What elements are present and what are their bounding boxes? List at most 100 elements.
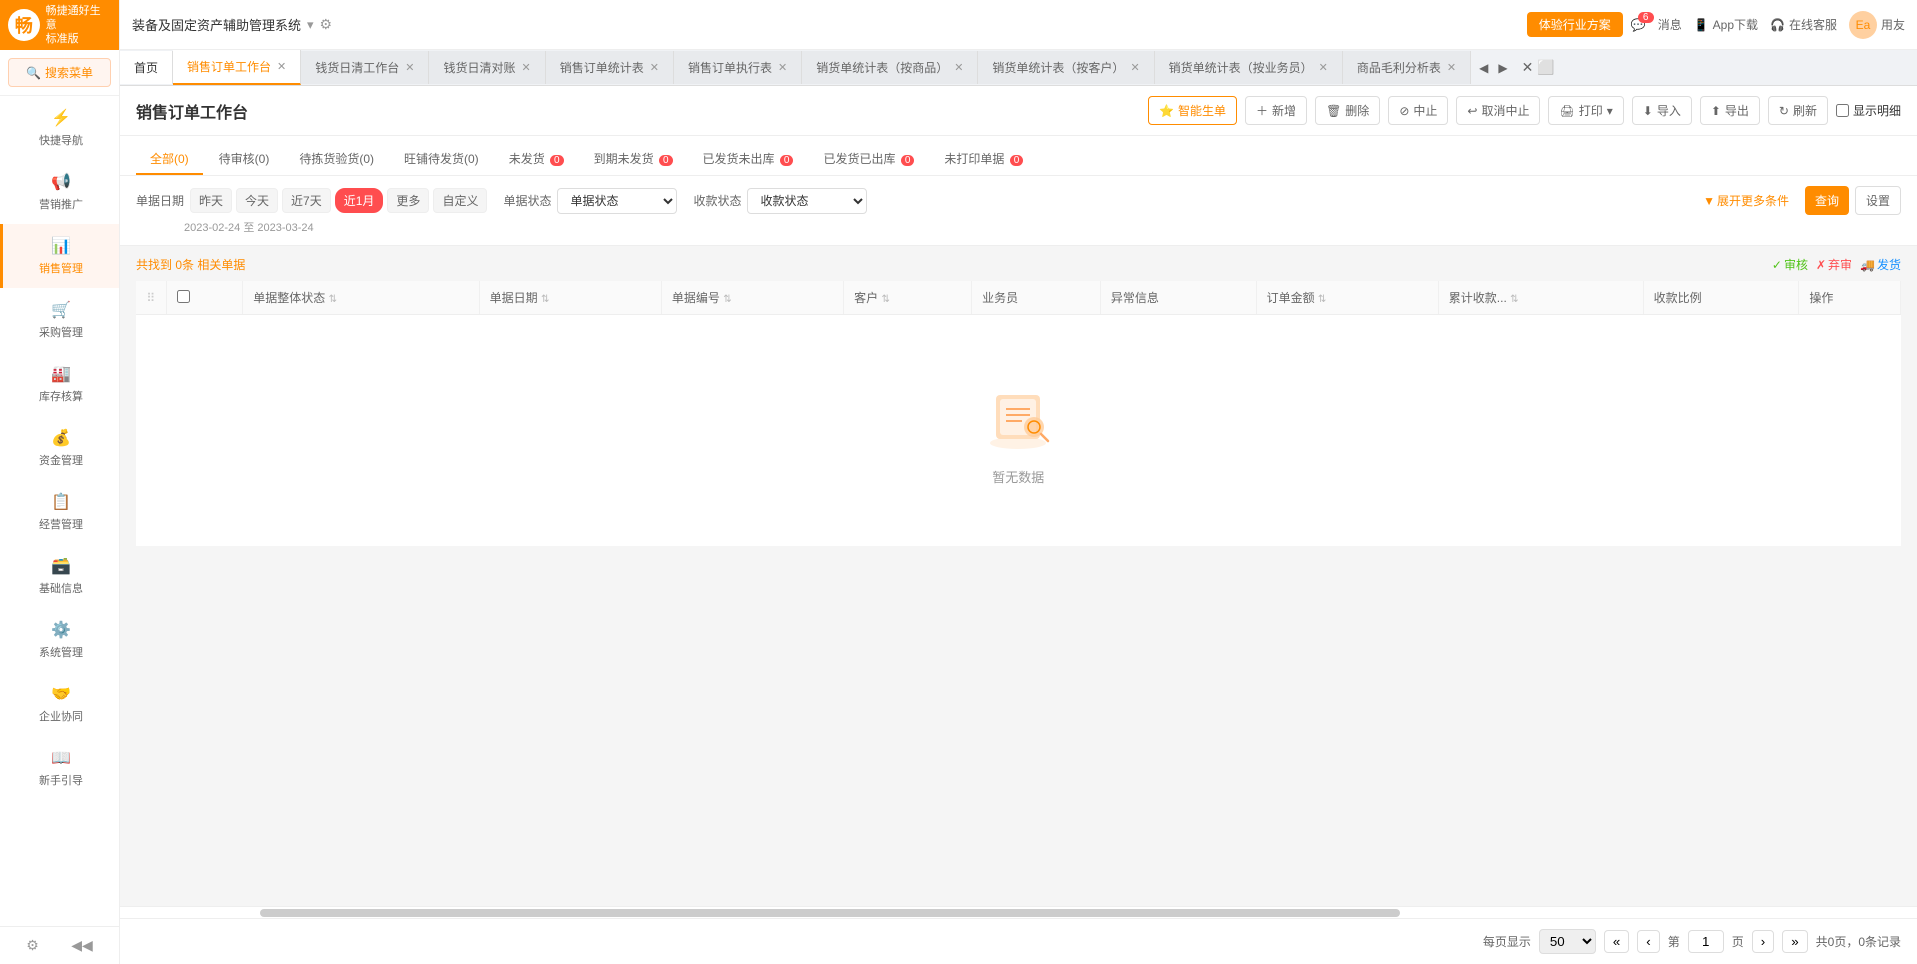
th-customer[interactable]: 客户 ⇅ — [844, 281, 972, 315]
sub-tab-not-shipped[interactable]: 未发货 0 — [495, 144, 578, 175]
settings-bottom-icon[interactable]: ⚙ — [26, 937, 39, 954]
date-btn-more[interactable]: 更多 — [387, 188, 429, 213]
message-badge[interactable]: 💬 6 — [1631, 18, 1646, 32]
print-btn[interactable]: 🖨 打印 ▾ — [1548, 96, 1623, 125]
sub-tab-shipped-out[interactable]: 已发货已出库 0 — [809, 144, 928, 175]
settings-btn[interactable]: 设置 — [1855, 186, 1901, 215]
sidebar-item-base[interactable]: 🗃️ 基础信息 — [0, 544, 119, 608]
ship-btn[interactable]: 🚚 发货 — [1860, 256, 1901, 273]
tab-product-margin[interactable]: 商品毛利分析表 ✕ — [1343, 51, 1471, 84]
expand-btn[interactable]: ▼ 展开更多条件 — [1703, 192, 1789, 209]
last-page-btn[interactable]: » — [1782, 930, 1807, 953]
tab-cash-reconcile[interactable]: 钱货日清对账 ✕ — [429, 51, 545, 84]
date-btn-7days[interactable]: 近7天 — [282, 188, 331, 213]
online-service-btn[interactable]: 🎧 在线客服 — [1770, 16, 1837, 33]
status-select[interactable]: 单据状态 — [557, 188, 677, 214]
sub-tab-pending-check[interactable]: 待拣货验货(0) — [285, 144, 388, 175]
sort-date-icon: ⇅ — [541, 294, 549, 305]
system-icon: ⚙️ — [51, 620, 71, 640]
sidebar-item-quick-nav[interactable]: ⚡ 快捷导航 — [0, 96, 119, 160]
tab-sales-stat[interactable]: 销售订单统计表 ✕ — [546, 51, 674, 84]
show-detail-checkbox[interactable] — [1836, 104, 1849, 117]
scrollbar-thumb[interactable] — [260, 909, 1400, 917]
sub-tab-all[interactable]: 全部(0) — [136, 144, 203, 175]
tab-close-sales-stat-product[interactable]: ✕ — [954, 61, 963, 74]
payment-select[interactable]: 收款状态 — [747, 188, 867, 214]
tab-sales-stat-staff[interactable]: 销货单统计表（按业务员） ✕ — [1155, 51, 1343, 84]
sidebar-item-operation[interactable]: 📋 经营管理 — [0, 480, 119, 544]
tab-close-sales-stat-staff[interactable]: ✕ — [1319, 61, 1328, 74]
tab-cash-daily[interactable]: 钱货日清工作台 ✕ — [301, 51, 429, 84]
tab-close-sales-stat[interactable]: ✕ — [650, 61, 659, 74]
tab-sales-workbench[interactable]: 销售订单工作台 ✕ — [173, 50, 301, 85]
th-date[interactable]: 单据日期 ⇅ — [479, 281, 661, 315]
tab-close-all[interactable]: ✕ — [1522, 59, 1534, 76]
tab-maximize[interactable]: ⬜ — [1537, 59, 1554, 76]
date-btn-1month[interactable]: 近1月 — [335, 188, 384, 213]
sub-tab-shipped-not-out[interactable]: 已发货未出库 0 — [689, 144, 808, 175]
refresh-icon: ↻ — [1779, 104, 1789, 118]
date-btn-yesterday[interactable]: 昨天 — [190, 188, 232, 213]
tab-close-product-margin[interactable]: ✕ — [1447, 61, 1456, 74]
reject-btn[interactable]: ✗ 弃审 — [1816, 256, 1852, 273]
industry-btn[interactable]: 体验行业方案 — [1527, 12, 1623, 37]
tab-home[interactable]: 首页 — [120, 51, 173, 84]
tab-sales-stat-product[interactable]: 销货单统计表（按商品） ✕ — [802, 51, 978, 84]
refresh-btn[interactable]: ↻ 刷新 — [1768, 96, 1828, 125]
date-btn-today[interactable]: 今天 — [236, 188, 278, 213]
approve-icon: ✓ — [1772, 258, 1782, 272]
sidebar-item-purchase[interactable]: 🛒 采购管理 — [0, 288, 119, 352]
show-detail-label[interactable]: 显示明细 — [1836, 102, 1901, 119]
sort-status-icon: ⇅ — [329, 294, 337, 305]
tab-sales-exec[interactable]: 销售订单执行表 ✕ — [674, 51, 802, 84]
th-number[interactable]: 单据编号 ⇅ — [661, 281, 843, 315]
th-collected[interactable]: 累计收款... ⇅ — [1438, 281, 1643, 315]
sub-tab-not-printed[interactable]: 未打印单据 0 — [930, 144, 1037, 175]
sidebar-item-finance[interactable]: 💰 资金管理 — [0, 416, 119, 480]
tab-close-cash-reconcile[interactable]: ✕ — [522, 61, 531, 74]
print-dropdown-icon: ▾ — [1607, 104, 1613, 118]
horizontal-scrollbar[interactable] — [120, 906, 1917, 918]
date-btn-custom[interactable]: 自定义 — [433, 188, 487, 213]
th-abnormal: 异常信息 — [1100, 281, 1256, 315]
sub-tab-pending-review[interactable]: 待审核(0) — [205, 144, 284, 175]
cancel-stop-btn[interactable]: ↩ 取消中止 — [1456, 96, 1540, 125]
smart-create-btn[interactable]: ⭐ 智能生单 — [1148, 96, 1237, 125]
sidebar-item-guide[interactable]: 📖 新手引导 — [0, 736, 119, 800]
tab-close-sales-exec[interactable]: ✕ — [778, 61, 787, 74]
export-btn[interactable]: ⬆ 导出 — [1700, 96, 1760, 125]
page-number-input[interactable] — [1688, 930, 1724, 953]
tab-close-cash-daily[interactable]: ✕ — [405, 61, 414, 74]
tab-sales-stat-customer[interactable]: 销货单统计表（按客户） ✕ — [978, 51, 1154, 84]
collapse-icon[interactable]: ◀◀ — [71, 937, 93, 954]
add-btn[interactable]: ＋ 新增 — [1245, 96, 1307, 125]
prev-page-btn[interactable]: ‹ — [1637, 930, 1659, 953]
sidebar-item-sales[interactable]: 📊 销售管理 — [0, 224, 119, 288]
app-download-btn[interactable]: 📱 App下载 — [1694, 16, 1758, 33]
stop-btn[interactable]: ⊘ 中止 — [1388, 96, 1448, 125]
select-all-checkbox[interactable] — [177, 290, 190, 303]
tab-close-sales-stat-customer[interactable]: ✕ — [1130, 61, 1139, 74]
user-profile-btn[interactable]: Ea 用友 — [1849, 11, 1905, 39]
tab-close-sales-workbench[interactable]: ✕ — [277, 60, 286, 73]
dropdown-arrow-icon[interactable]: ▾ — [307, 17, 314, 33]
tab-scroll-left[interactable]: ◀ — [1475, 59, 1492, 77]
approve-btn[interactable]: ✓ 审核 — [1772, 256, 1808, 273]
sidebar-item-inventory[interactable]: 🏭 库存核算 — [0, 352, 119, 416]
th-amount[interactable]: 订单金额 ⇅ — [1256, 281, 1438, 315]
tab-scroll-right[interactable]: ▶ — [1494, 59, 1511, 77]
import-btn[interactable]: ⬇ 导入 — [1632, 96, 1692, 125]
next-page-btn[interactable]: › — [1752, 930, 1774, 953]
th-status[interactable]: 单据整体状态 ⇅ — [243, 281, 479, 315]
sub-tab-expired-not-shipped[interactable]: 到期未发货 0 — [580, 144, 687, 175]
first-page-btn[interactable]: « — [1604, 930, 1629, 953]
page-size-select[interactable]: 50 10 20 100 — [1539, 929, 1596, 954]
settings-icon[interactable]: ⚙ — [320, 16, 333, 33]
search-menu-button[interactable]: 🔍 搜索菜单 — [8, 58, 111, 87]
delete-btn[interactable]: 🗑 删除 — [1315, 96, 1380, 125]
sub-tab-wangpu-pending[interactable]: 旺铺待发货(0) — [390, 144, 493, 175]
sidebar-item-marketing[interactable]: 📢 营销推广 — [0, 160, 119, 224]
query-btn[interactable]: 查询 — [1805, 186, 1849, 215]
sidebar-item-corp[interactable]: 🤝 企业协同 — [0, 672, 119, 736]
sidebar-item-system[interactable]: ⚙️ 系统管理 — [0, 608, 119, 672]
